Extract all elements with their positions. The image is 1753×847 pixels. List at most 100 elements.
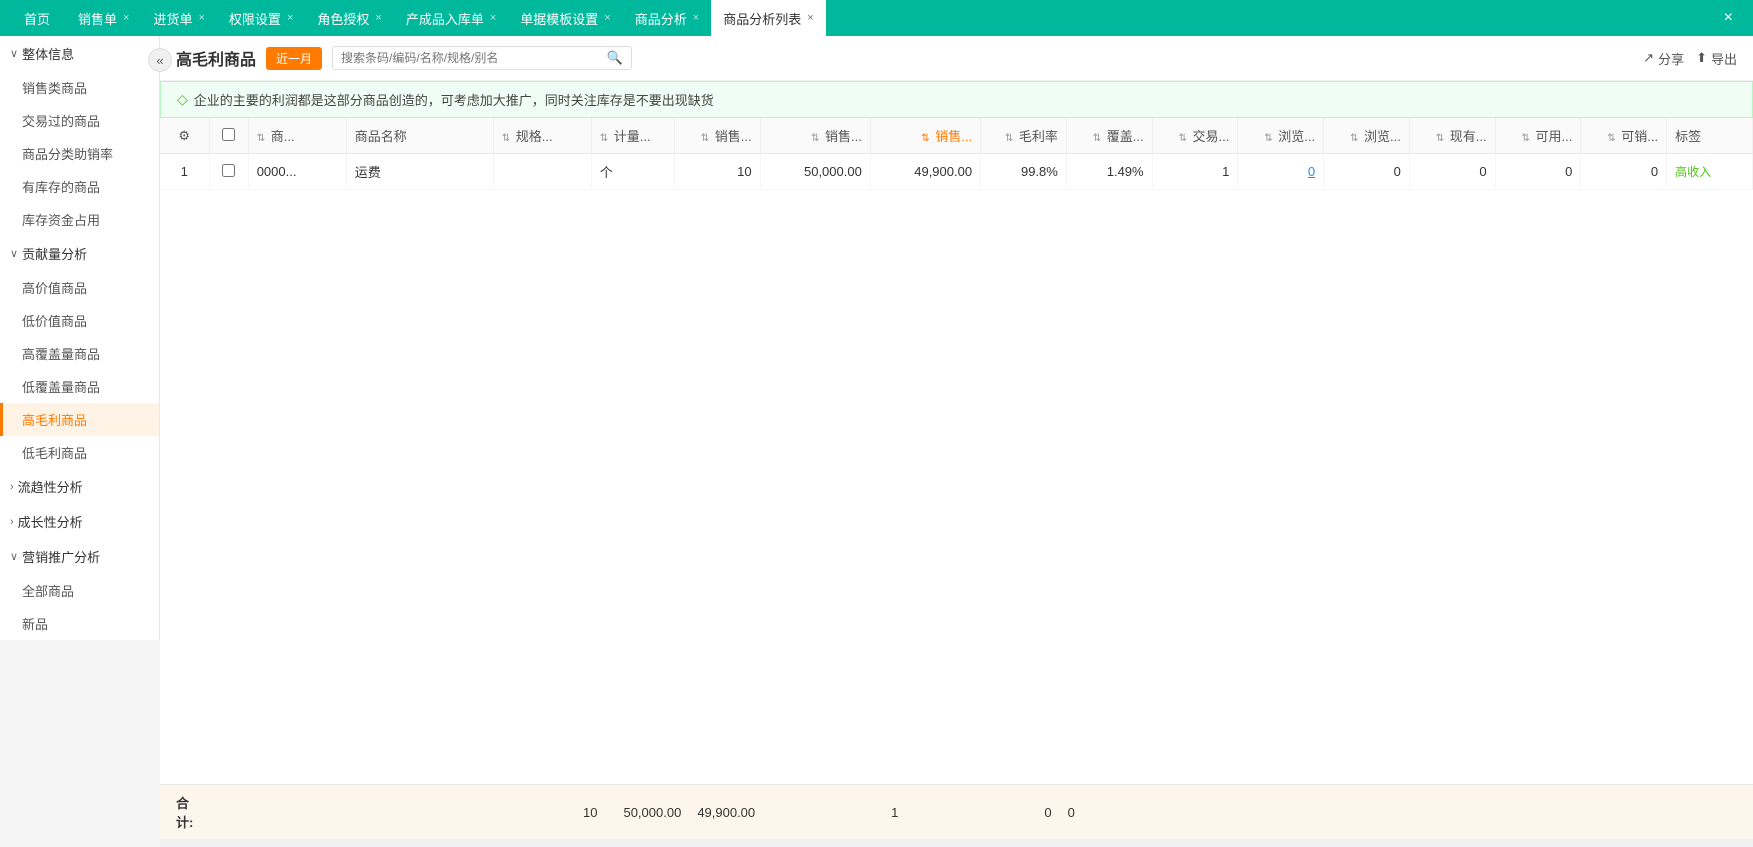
cell-spec [493, 154, 591, 190]
col-header-avail-stock[interactable]: ⇅ 可用... [1495, 118, 1581, 154]
sort-icon-10: ⇅ [1264, 133, 1272, 144]
col-header-qty[interactable]: ⇅ 销售... [674, 118, 760, 154]
sort-icon-7: ⇅ [1005, 133, 1013, 144]
nav-sales-order[interactable]: 销售单 × [66, 0, 141, 36]
cell-check[interactable] [209, 154, 248, 190]
cell-browse-count2: 0 [1324, 154, 1410, 190]
search-input[interactable] [341, 51, 607, 65]
page-title: 高毛利商品 [176, 46, 256, 70]
alert-text: 企业的主要的利润都是这部分商品创造的，可考虑加大推广，同时关注库存是不要出现缺货 [194, 90, 714, 109]
table-row: 1 0000... 运费 个 10 50,000.00 49,900.00 99… [160, 154, 1753, 190]
sidebar-item-high-value[interactable]: 高价值商品 [0, 271, 159, 304]
nav-product-analysis[interactable]: 商品分析 × [623, 0, 711, 36]
cell-sale-stock: 0 [1581, 154, 1667, 190]
col-header-cover-rate[interactable]: ⇅ 覆盖... [1066, 118, 1152, 154]
nav-product-warehouse-close[interactable]: × [490, 12, 496, 24]
arrow-icon-4: › [10, 516, 14, 528]
sidebar-group-growth[interactable]: › 成长性分析 [0, 504, 159, 539]
bottom-scrollbar[interactable] [160, 839, 1753, 847]
arrow-icon-3: › [10, 481, 14, 493]
col-header-code[interactable]: ⇅ 商... [248, 118, 346, 154]
sort-icon-12: ⇅ [1436, 133, 1444, 144]
col-header-browse-count2[interactable]: ⇅ 浏览... [1324, 118, 1410, 154]
cell-cover-rate: 1.49% [1066, 154, 1152, 190]
cell-current-stock: 0 [1409, 154, 1495, 190]
alert-banner: ◇ 企业的主要的利润都是这部分商品创造的，可考虑加大推广，同时关注库存是不要出现… [160, 81, 1753, 118]
tag-high-income: 高收入 [1675, 165, 1711, 179]
col-header-browse-count1[interactable]: ⇅ 浏览... [1238, 118, 1324, 154]
export-button[interactable]: ⬆ 导出 [1696, 49, 1737, 68]
export-icon: ⬆ [1696, 50, 1707, 66]
nav-permission-setting[interactable]: 权限设置 × [217, 0, 305, 36]
col-header-sale-stock[interactable]: ⇅ 可销... [1581, 118, 1667, 154]
sidebar-item-traded-goods[interactable]: 交易过的商品 [0, 104, 159, 137]
sidebar-item-all-goods[interactable]: 全部商品 [0, 574, 159, 607]
col-header-spec[interactable]: ⇅ 规格... [493, 118, 591, 154]
sidebar-collapse-button[interactable]: « [148, 48, 172, 72]
nav-template-setting[interactable]: 单据模板设置 × [508, 0, 622, 36]
nav-purchase-order-close[interactable]: × [198, 12, 204, 24]
nav-product-analysis-list[interactable]: 商品分析列表 × [711, 0, 825, 36]
select-all-checkbox[interactable] [222, 128, 235, 141]
sidebar-item-high-coverage[interactable]: 高覆盖量商品 [0, 337, 159, 370]
nav-sales-order-close[interactable]: × [123, 12, 129, 24]
sidebar-group-marketing[interactable]: ∨ 营销推广分析 [0, 539, 159, 574]
nav-product-analysis-close[interactable]: × [693, 12, 699, 24]
sidebar-group-contribution[interactable]: ∨ 贡献量分析 [0, 236, 159, 271]
sort-icon-13: ⇅ [1522, 133, 1530, 144]
nav-role-auth-close[interactable]: × [375, 12, 381, 24]
col-header-check[interactable] [209, 118, 248, 154]
table-header-row: ⚙ ⇅ 商... 商品名称 ⇅ [160, 118, 1753, 154]
main-layout: ∨ 整体信息 销售类商品 交易过的商品 商品分类助销率 有库存的商品 库存资金占… [0, 36, 1753, 847]
footer-sale-amount: 50,000.00 [615, 805, 689, 820]
sidebar-item-low-coverage[interactable]: 低覆盖量商品 [0, 370, 159, 403]
col-header-name[interactable]: 商品名称 [346, 118, 493, 154]
window-close-button[interactable]: × [1712, 9, 1745, 27]
sidebar-item-category-rate[interactable]: 商品分类助销率 [0, 137, 159, 170]
sort-icon-5: ⇅ [811, 133, 819, 144]
footer-browse-count2: 0 [1036, 805, 1059, 820]
sidebar-item-stocked-goods[interactable]: 有库存的商品 [0, 170, 159, 203]
sidebar-item-low-margin[interactable]: 低毛利商品 [0, 436, 159, 469]
nav-purchase-order[interactable]: 进货单 × [141, 0, 216, 36]
sidebar-item-high-margin[interactable]: 高毛利商品 [0, 403, 159, 436]
col-header-sale-amount[interactable]: ⇅ 销售... [760, 118, 870, 154]
col-header-unit[interactable]: ⇅ 计量... [591, 118, 674, 154]
period-button[interactable]: 近一月 [266, 47, 322, 70]
col-header-current-stock[interactable]: ⇅ 现有... [1409, 118, 1495, 154]
col-header-gross-rate[interactable]: ⇅ 毛利率 [981, 118, 1067, 154]
sidebar-group-overall-info[interactable]: ∨ 整体信息 [0, 36, 159, 71]
cell-browse-count1[interactable]: 0 [1238, 154, 1324, 190]
cell-trade-count: 1 [1152, 154, 1238, 190]
settings-icon[interactable]: ⚙ [178, 128, 190, 143]
sidebar-item-sales-goods[interactable]: 销售类商品 [0, 71, 159, 104]
nav-permission-setting-close[interactable]: × [287, 12, 293, 24]
share-button[interactable]: ↗ 分享 [1643, 49, 1684, 68]
col-header-num: ⚙ [160, 118, 209, 154]
footer-qty: 10 [575, 805, 605, 820]
sort-icon: ⇅ [257, 133, 265, 144]
col-header-sale-profit[interactable]: ⇅ 销售... [870, 118, 980, 154]
col-header-tag[interactable]: 标签 [1667, 118, 1753, 154]
nav-product-warehouse[interactable]: 产成品入库单 × [394, 0, 508, 36]
nav-role-auth[interactable]: 角色授权 × [305, 0, 393, 36]
sidebar: ∨ 整体信息 销售类商品 交易过的商品 商品分类助销率 有库存的商品 库存资金占… [0, 36, 160, 640]
top-navigation: 首页 销售单 × 进货单 × 权限设置 × 角色授权 × 产成品入库单 × 单据… [0, 0, 1753, 36]
share-icon: ↗ [1643, 50, 1654, 66]
sidebar-item-new-goods[interactable]: 新品 [0, 607, 159, 640]
cell-avail-stock: 0 [1495, 154, 1581, 190]
footer-current-stock: 0 [1060, 805, 1083, 820]
search-box[interactable]: 🔍 [332, 46, 632, 70]
col-header-trade-count[interactable]: ⇅ 交易... [1152, 118, 1238, 154]
product-table: ⚙ ⇅ 商... 商品名称 ⇅ [160, 118, 1753, 190]
header-actions: ↗ 分享 ⬆ 导出 [1643, 49, 1737, 68]
row-checkbox[interactable] [222, 164, 235, 177]
nav-template-setting-close[interactable]: × [604, 12, 610, 24]
sidebar-item-low-value[interactable]: 低价值商品 [0, 304, 159, 337]
sidebar-group-trend[interactable]: › 流趋性分析 [0, 469, 159, 504]
sidebar-item-stock-capital[interactable]: 库存资金占用 [0, 203, 159, 236]
nav-product-analysis-list-close[interactable]: × [807, 12, 813, 24]
nav-home[interactable]: 首页 [8, 0, 66, 36]
search-icon[interactable]: 🔍 [607, 50, 623, 66]
sort-icon-8: ⇅ [1093, 133, 1101, 144]
